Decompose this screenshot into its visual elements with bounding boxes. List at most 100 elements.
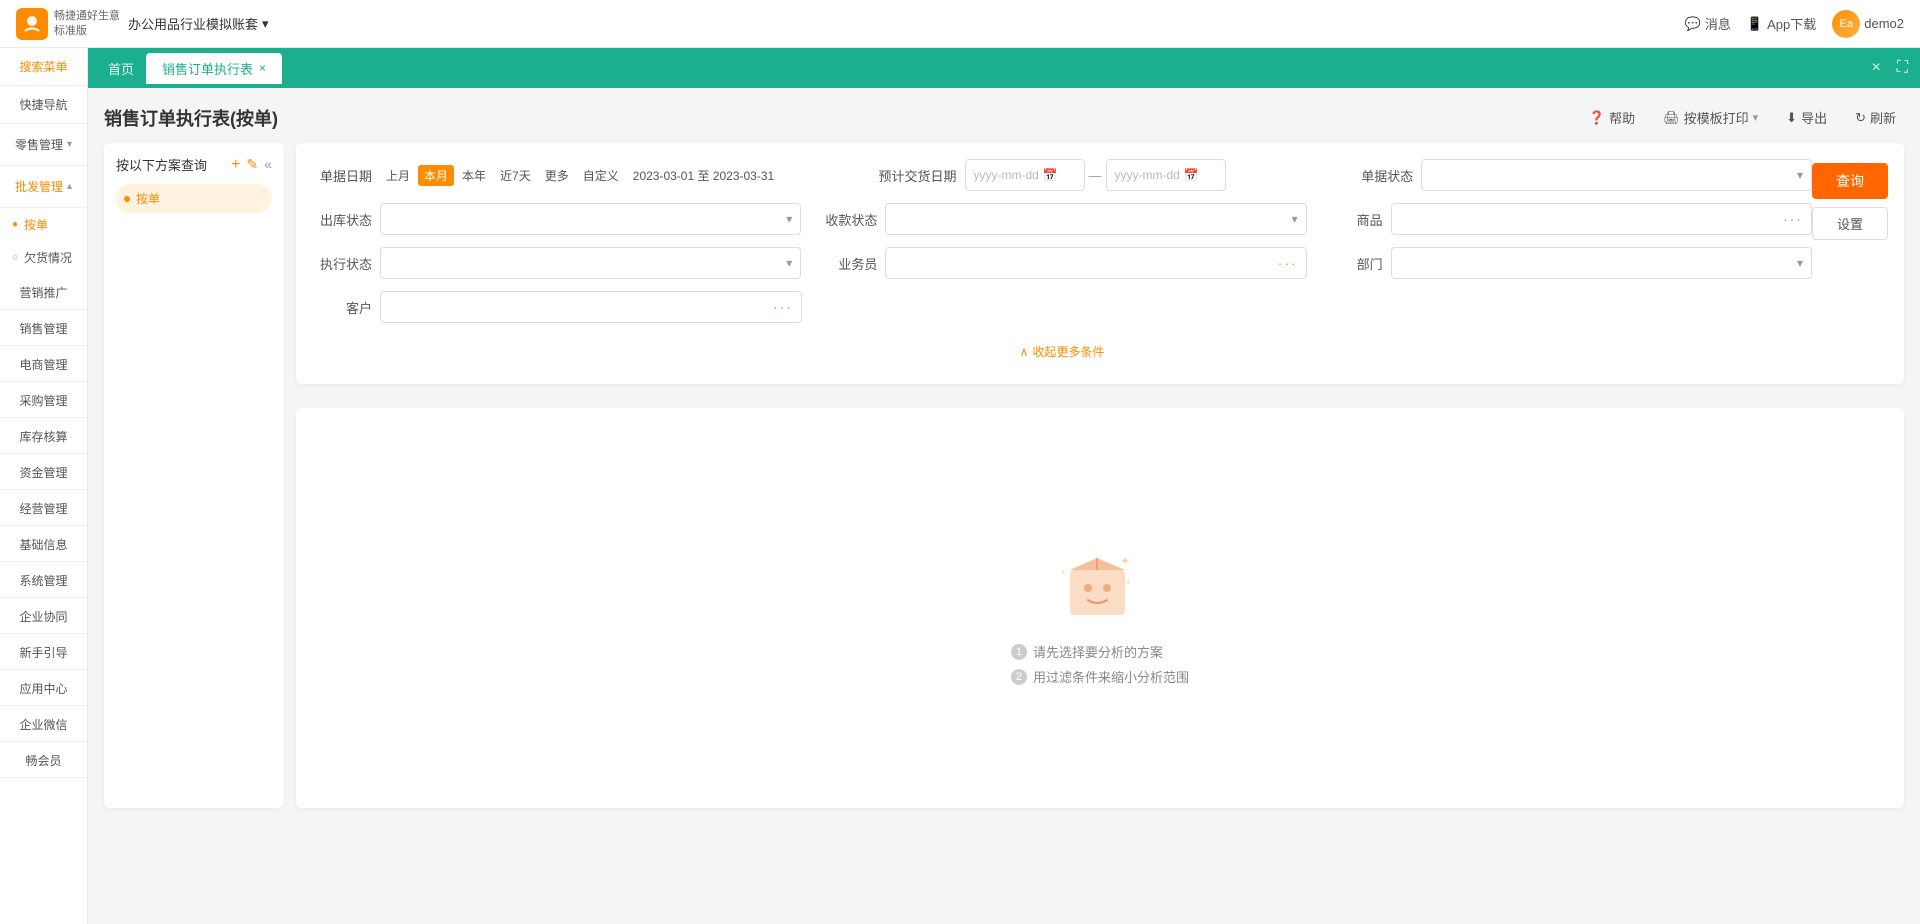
date-btn-more[interactable]: 更多 bbox=[539, 165, 575, 186]
expected-date-from-placeholder: yyyy-mm-dd bbox=[974, 168, 1039, 182]
payment-arrow-icon: ▾ bbox=[1292, 212, 1298, 226]
date-btn-7days[interactable]: 近7天 bbox=[494, 165, 537, 186]
sidebar-item-inventory[interactable]: 库存核算 bbox=[0, 418, 87, 454]
tab-close-all-icon[interactable]: × bbox=[1867, 55, 1884, 81]
empty-tip-1-text: 请先选择要分析的方案 bbox=[1033, 642, 1163, 661]
filter-group-payment: 收款状态 ▾ bbox=[817, 203, 1306, 235]
sidebar-sub-item-order[interactable]: ● 按单 bbox=[0, 208, 87, 241]
purchase-label: 采购管理 bbox=[19, 392, 67, 409]
export-button[interactable]: ⬇ 导出 bbox=[1778, 104, 1835, 131]
print-button[interactable]: 🖨 按模板打印 ▾ bbox=[1655, 104, 1766, 131]
newbie-label: 新手引导 bbox=[19, 644, 67, 661]
exec-select[interactable]: ▾ bbox=[380, 247, 801, 279]
ecommerce-label: 电商管理 bbox=[19, 356, 67, 373]
wholesale-arrow-icon: ▴ bbox=[67, 181, 72, 192]
filter-group-salesperson: 业务员 ··· bbox=[817, 247, 1306, 279]
sidebar-item-newbie[interactable]: 新手引导 bbox=[0, 634, 87, 670]
status-arrow-icon: ▾ bbox=[1797, 168, 1803, 182]
tab-home[interactable]: 首页 bbox=[96, 53, 146, 84]
member-label: 畅会员 bbox=[25, 752, 61, 769]
sidebar-item-purchase[interactable]: 采购管理 bbox=[0, 382, 87, 418]
sidebar: 搜索菜单 快捷导航 零售管理 ▾ 批发管理 ▴ ● 按单 ○ 欠货情况 营销推广… bbox=[0, 48, 88, 924]
calendar-to-icon: 📅 bbox=[1184, 168, 1199, 182]
print-icon: 🖨 bbox=[1663, 110, 1680, 126]
refresh-button[interactable]: ↻ 刷新 bbox=[1847, 104, 1904, 131]
page-title-bar: 销售订单执行表(按单) ❓ 帮助 🖨 按模板打印 ▾ ⬇ 导出 bbox=[104, 104, 1904, 131]
filter-row-4: 客户 ··· bbox=[312, 291, 1812, 323]
sidebar-item-member[interactable]: 畅会员 bbox=[0, 742, 87, 778]
right-panel: 单据日期 上月 本月 本年 近7天 更多 自定义 bbox=[296, 143, 1904, 808]
logo-text: 畅捷通好生意 标准版 bbox=[54, 9, 120, 38]
content-area: 首页 销售订单执行表 × × ⛶ 销售订单执行表(按单) ❓ 帮助 bbox=[88, 48, 1920, 924]
scheme-collapse-icon[interactable]: « bbox=[264, 156, 272, 174]
scheme-edit-icon[interactable]: ✎ bbox=[246, 156, 258, 174]
settings-button[interactable]: 设置 bbox=[1812, 207, 1888, 240]
user-menu[interactable]: Ea demo2 bbox=[1832, 10, 1904, 38]
expected-date-to-input[interactable]: yyyy-mm-dd 📅 bbox=[1106, 159, 1226, 191]
svg-text:✦: ✦ bbox=[1060, 568, 1067, 577]
dept-select[interactable]: ▾ bbox=[1391, 247, 1812, 279]
sidebar-item-retail[interactable]: 零售管理 ▾ bbox=[0, 124, 87, 166]
operations-label: 经营管理 bbox=[19, 500, 67, 517]
payment-select[interactable]: ▾ bbox=[885, 203, 1306, 235]
date-btn-this-year[interactable]: 本年 bbox=[456, 165, 492, 186]
goods-input[interactable]: ··· bbox=[1391, 203, 1812, 235]
empty-state: ✦ ✦ ✦ 1 请先选择要分析的方案 bbox=[1011, 530, 1189, 686]
expected-date-from-input[interactable]: yyyy-mm-dd 📅 bbox=[965, 159, 1085, 191]
sidebar-item-appcenter[interactable]: 应用中心 bbox=[0, 670, 87, 706]
print-label: 按模板打印 bbox=[1684, 108, 1749, 127]
breadcrumb[interactable]: 办公用品行业模拟账套 ▾ bbox=[128, 14, 269, 33]
retail-arrow-icon: ▾ bbox=[67, 139, 72, 150]
message-button[interactable]: 💬 消息 bbox=[1685, 14, 1731, 33]
sidebar-item-operations[interactable]: 经营管理 bbox=[0, 490, 87, 526]
date-label: 单据日期 bbox=[312, 166, 372, 185]
status-select[interactable]: ▾ bbox=[1421, 159, 1812, 191]
sidebar-item-corp-collab[interactable]: 企业协同 bbox=[0, 598, 87, 634]
sidebar-item-wechat[interactable]: 企业微信 bbox=[0, 706, 87, 742]
tab-close-icon[interactable]: × bbox=[259, 61, 266, 75]
date-btn-custom[interactable]: 自定义 bbox=[577, 165, 625, 186]
sidebar-search-menu[interactable]: 搜索菜单 bbox=[0, 48, 87, 86]
sidebar-sub-item-shortage[interactable]: ○ 欠货情况 bbox=[0, 241, 87, 274]
sidebar-item-marketing[interactable]: 营销推广 bbox=[0, 274, 87, 310]
main-layout: 搜索菜单 快捷导航 零售管理 ▾ 批发管理 ▴ ● 按单 ○ 欠货情况 营销推广… bbox=[0, 48, 1920, 924]
salesperson-dots-icon: ··· bbox=[1278, 255, 1298, 271]
breadcrumb-text: 办公用品行业模拟账套 bbox=[128, 14, 258, 33]
calendar-from-icon: 📅 bbox=[1043, 168, 1058, 182]
marketing-label: 营销推广 bbox=[19, 284, 67, 301]
query-button[interactable]: 查询 bbox=[1812, 163, 1888, 199]
sidebar-item-basicinfo[interactable]: 基础信息 bbox=[0, 526, 87, 562]
scheme-panel-header: 按以下方案查询 + ✎ « bbox=[116, 155, 272, 174]
expected-date-to-placeholder: yyyy-mm-dd bbox=[1115, 168, 1180, 182]
salesperson-input[interactable]: ··· bbox=[885, 247, 1306, 279]
tab-expand-icon[interactable]: ⛶ bbox=[1893, 55, 1912, 81]
sidebar-item-finance[interactable]: 资金管理 bbox=[0, 454, 87, 490]
svg-text:✦: ✦ bbox=[1125, 578, 1132, 587]
tip-num-2: 2 bbox=[1011, 669, 1027, 685]
query-action-col: 查询 设置 bbox=[1812, 159, 1888, 368]
collapse-label: 收起更多条件 bbox=[1032, 343, 1104, 360]
exec-arrow-icon: ▾ bbox=[786, 256, 792, 270]
customer-dots-icon: ··· bbox=[773, 299, 793, 315]
sidebar-item-system[interactable]: 系统管理 bbox=[0, 562, 87, 598]
date-btn-last-month[interactable]: 上月 bbox=[380, 165, 416, 186]
date-btn-this-month[interactable]: 本月 bbox=[418, 165, 454, 186]
help-button[interactable]: ❓ 帮助 bbox=[1581, 104, 1643, 131]
collapse-button[interactable]: ∧ 收起更多条件 bbox=[312, 335, 1812, 368]
wholesale-label: 批发管理 bbox=[15, 178, 63, 195]
sidebar-item-sales[interactable]: 销售管理 bbox=[0, 310, 87, 346]
retail-label: 零售管理 bbox=[15, 136, 63, 153]
scheme-item-order[interactable]: 按单 bbox=[116, 184, 272, 213]
sidebar-quick-nav[interactable]: 快捷导航 bbox=[0, 86, 87, 124]
filter-group-dept: 部门 ▾ bbox=[1323, 247, 1812, 279]
app-download-button[interactable]: 📱 App下载 bbox=[1747, 14, 1816, 33]
customer-input[interactable]: ··· bbox=[380, 291, 802, 323]
filter-group-delivery: 出库状态 ▾ bbox=[312, 203, 801, 235]
tab-sales-order[interactable]: 销售订单执行表 × bbox=[146, 53, 282, 84]
wechat-label: 企业微信 bbox=[19, 716, 67, 733]
sidebar-item-ecommerce[interactable]: 电商管理 bbox=[0, 346, 87, 382]
message-label: 消息 bbox=[1705, 14, 1731, 33]
delivery-select[interactable]: ▾ bbox=[380, 203, 801, 235]
sidebar-item-wholesale[interactable]: 批发管理 ▴ bbox=[0, 166, 87, 208]
scheme-add-icon[interactable]: + bbox=[231, 156, 240, 174]
